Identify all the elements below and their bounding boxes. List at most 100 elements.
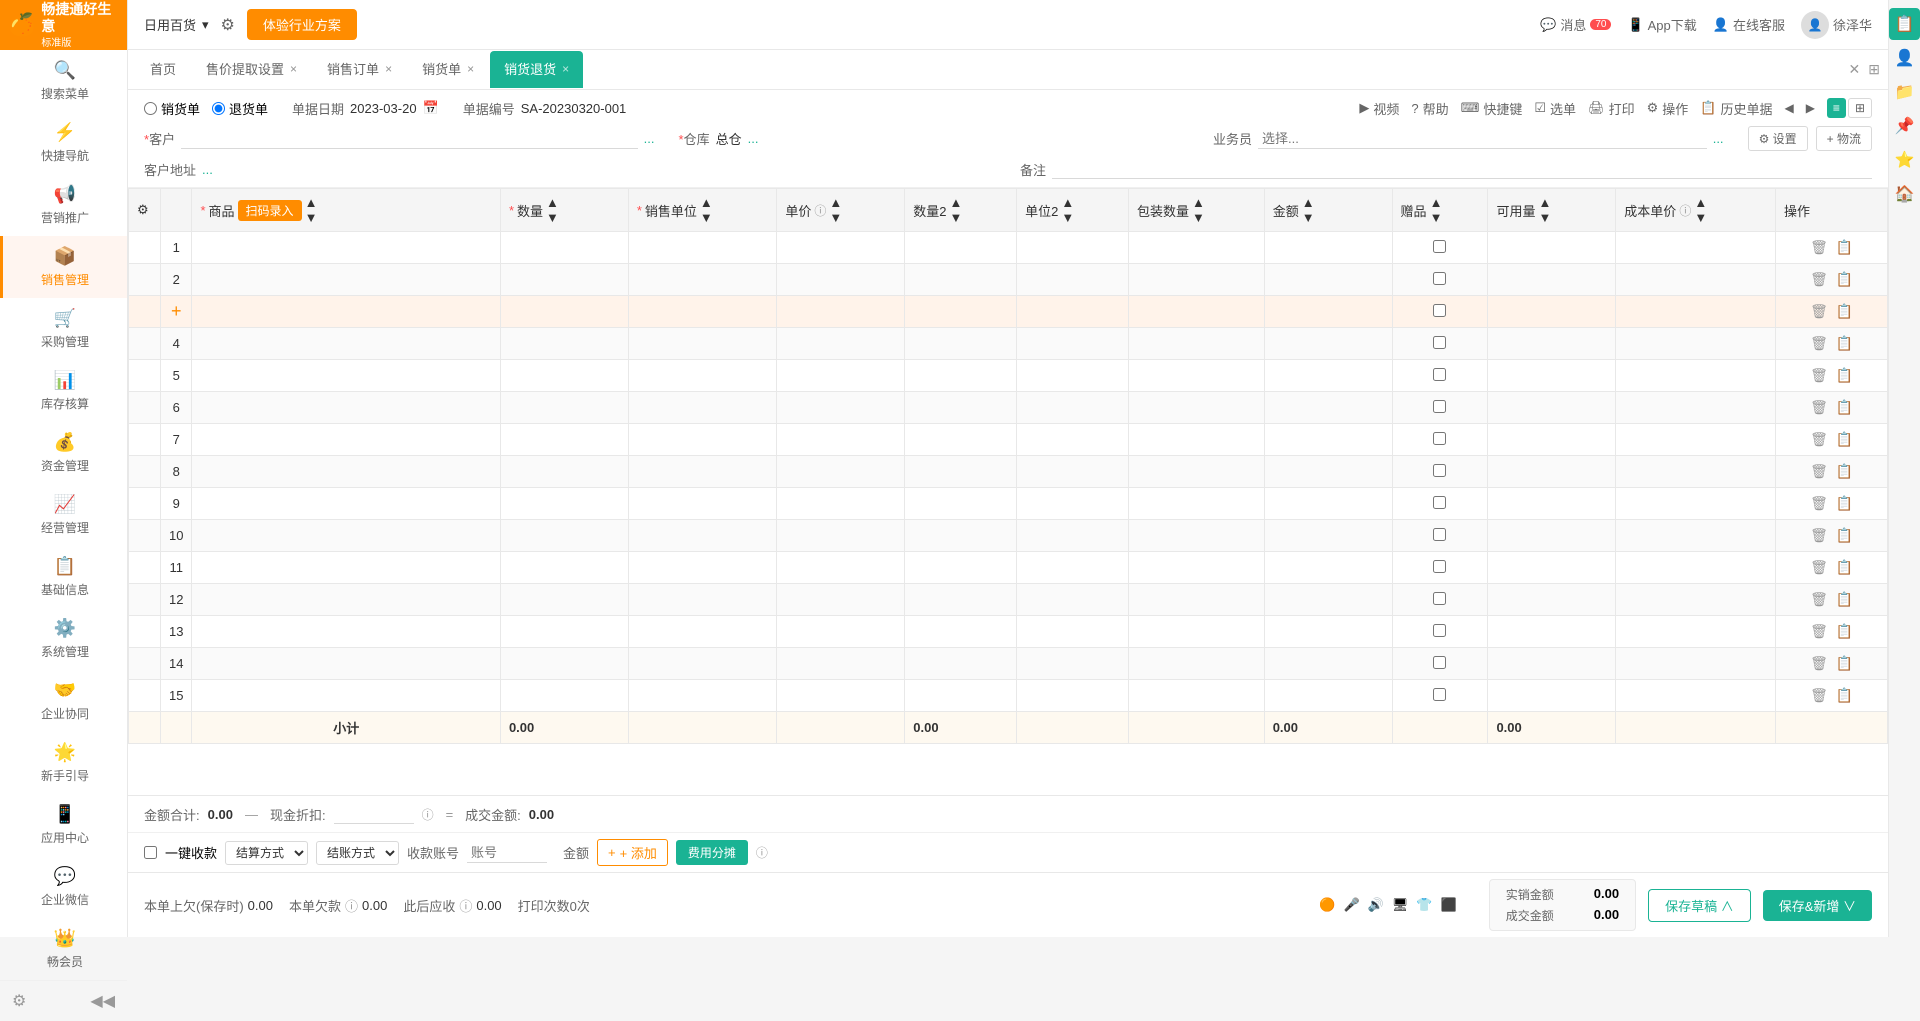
save-new-btn[interactable]: 保存&新增 ∨ xyxy=(1763,890,1872,921)
side-panel-icon-2[interactable]: 👤 xyxy=(1891,42,1919,74)
row-price-3[interactable] xyxy=(777,328,905,360)
row-pkg-qty-1[interactable] xyxy=(1129,264,1265,296)
side-panel-icon-6[interactable]: 🏠 xyxy=(1891,178,1919,210)
row-cost-price-2[interactable] xyxy=(1616,296,1776,328)
shortcut-btn[interactable]: ⌨ 快捷键 xyxy=(1461,99,1523,118)
row-product-8[interactable] xyxy=(192,488,500,520)
delete-row-btn-9[interactable]: 🗑 xyxy=(1810,527,1828,543)
gift-checkbox-4[interactable] xyxy=(1433,368,1446,381)
row-gift-8[interactable] xyxy=(1392,488,1488,520)
row-cost-price-12[interactable] xyxy=(1616,616,1776,648)
video-btn[interactable]: ▶ 视频 xyxy=(1359,99,1399,118)
row-cost-price-1[interactable] xyxy=(1616,264,1776,296)
row-avail-10[interactable] xyxy=(1488,552,1616,584)
sidebar-item-purchase[interactable]: 🛒 采购管理 xyxy=(0,298,127,360)
fee-info-icon[interactable]: ⓘ xyxy=(756,844,768,861)
tab-1[interactable]: 售价提取设置× xyxy=(192,51,311,88)
row-qty-3[interactable] xyxy=(500,328,628,360)
row-price-12[interactable] xyxy=(777,616,905,648)
row-amount-0[interactable] xyxy=(1264,232,1392,264)
row-product-11[interactable] xyxy=(192,584,500,616)
row-gift-9[interactable] xyxy=(1392,520,1488,552)
row-price-8[interactable] xyxy=(777,488,905,520)
row-unit-14[interactable] xyxy=(628,680,777,712)
row-product-12[interactable] xyxy=(192,616,500,648)
unit-sort[interactable]: ▲▼ xyxy=(700,195,713,225)
row-product-14[interactable] xyxy=(192,680,500,712)
current-debt-info-icon[interactable]: ⓘ xyxy=(345,896,358,915)
row-unit2-5[interactable] xyxy=(1017,392,1129,424)
row-price-13[interactable] xyxy=(777,648,905,680)
prev-record-btn[interactable]: ◀ xyxy=(1784,101,1793,115)
row-qty-12[interactable] xyxy=(500,616,628,648)
message-item[interactable]: 💬 消息 70 xyxy=(1540,15,1611,34)
row-qty-2[interactable] xyxy=(500,296,628,328)
row-pkg-qty-13[interactable] xyxy=(1129,648,1265,680)
tab-close-3[interactable]: × xyxy=(467,62,474,76)
row-price-10[interactable] xyxy=(777,552,905,584)
qty-sort[interactable]: ▲▼ xyxy=(546,195,559,225)
copy-row-btn-0[interactable]: 📋 xyxy=(1835,239,1852,255)
row-avail-3[interactable] xyxy=(1488,328,1616,360)
list-view-btn[interactable]: ≡ xyxy=(1827,98,1846,118)
copy-row-btn-10[interactable]: 📋 xyxy=(1835,559,1852,575)
sidebar-item-wechat[interactable]: 💬 企业微信 xyxy=(0,856,127,918)
row-price-14[interactable] xyxy=(777,680,905,712)
status-icon-1[interactable]: 🟠 xyxy=(1319,897,1335,913)
tab-close-2[interactable]: × xyxy=(385,62,392,76)
row-qty2-9[interactable] xyxy=(905,520,1017,552)
salesperson-input[interactable] xyxy=(1258,129,1707,149)
delete-row-btn-14[interactable]: 🗑 xyxy=(1810,687,1828,703)
copy-row-btn-7[interactable]: 📋 xyxy=(1835,463,1852,479)
row-qty2-0[interactable] xyxy=(905,232,1017,264)
row-qty2-13[interactable] xyxy=(905,648,1017,680)
row-cost-price-8[interactable] xyxy=(1616,488,1776,520)
gift-checkbox-9[interactable] xyxy=(1433,528,1446,541)
collapse-icon[interactable]: ◀◀ xyxy=(90,991,115,1011)
amount-sort[interactable]: ▲▼ xyxy=(1302,195,1315,225)
discount-input[interactable] xyxy=(334,804,414,824)
row-pkg-qty-11[interactable] xyxy=(1129,584,1265,616)
maximize-btn[interactable]: ⊞ xyxy=(1868,61,1880,78)
row-price-7[interactable] xyxy=(777,456,905,488)
row-qty-0[interactable] xyxy=(500,232,628,264)
row-amount-11[interactable] xyxy=(1264,584,1392,616)
account-input[interactable] xyxy=(467,843,547,863)
gift-checkbox-2[interactable] xyxy=(1433,304,1446,317)
delete-row-btn-10[interactable]: 🗑 xyxy=(1810,559,1828,575)
row-qty2-5[interactable] xyxy=(905,392,1017,424)
row-qty-8[interactable] xyxy=(500,488,628,520)
add-fee-btn[interactable]: + + 添加 xyxy=(597,839,668,866)
copy-row-btn-2[interactable]: 📋 xyxy=(1835,303,1852,319)
calendar-icon[interactable]: 📅 xyxy=(423,100,439,116)
row-pkg-qty-7[interactable] xyxy=(1129,456,1265,488)
row-avail-12[interactable] xyxy=(1488,616,1616,648)
row-pkg-qty-6[interactable] xyxy=(1129,424,1265,456)
delete-row-btn-1[interactable]: 🗑 xyxy=(1810,271,1828,287)
row-pkg-qty-4[interactable] xyxy=(1129,360,1265,392)
delete-row-btn-13[interactable]: 🗑 xyxy=(1810,655,1828,671)
customer-lookup-btn[interactable]: ... xyxy=(644,131,655,146)
row-unit2-8[interactable] xyxy=(1017,488,1129,520)
row-unit-4[interactable] xyxy=(628,360,777,392)
row-unit2-10[interactable] xyxy=(1017,552,1129,584)
row-unit-10[interactable] xyxy=(628,552,777,584)
sidebar-item-inventory[interactable]: 📊 库存核算 xyxy=(0,360,127,422)
add-row-btn[interactable]: + xyxy=(171,301,182,321)
row-pkg-qty-5[interactable] xyxy=(1129,392,1265,424)
row-gift-2[interactable] xyxy=(1392,296,1488,328)
return-radio-label[interactable]: 退货单 xyxy=(212,99,268,118)
row-gift-13[interactable] xyxy=(1392,648,1488,680)
row-avail-6[interactable] xyxy=(1488,424,1616,456)
row-unit2-6[interactable] xyxy=(1017,424,1129,456)
row-avail-13[interactable] xyxy=(1488,648,1616,680)
gift-checkbox-1[interactable] xyxy=(1433,272,1446,285)
price-sort[interactable]: ▲▼ xyxy=(829,195,842,225)
row-unit2-4[interactable] xyxy=(1017,360,1129,392)
row-gift-12[interactable] xyxy=(1392,616,1488,648)
row-unit-6[interactable] xyxy=(628,424,777,456)
copy-row-btn-9[interactable]: 📋 xyxy=(1835,527,1852,543)
row-qty-1[interactable] xyxy=(500,264,628,296)
row-qty2-1[interactable] xyxy=(905,264,1017,296)
close-all-tabs-btn[interactable]: ✕ xyxy=(1849,61,1861,78)
